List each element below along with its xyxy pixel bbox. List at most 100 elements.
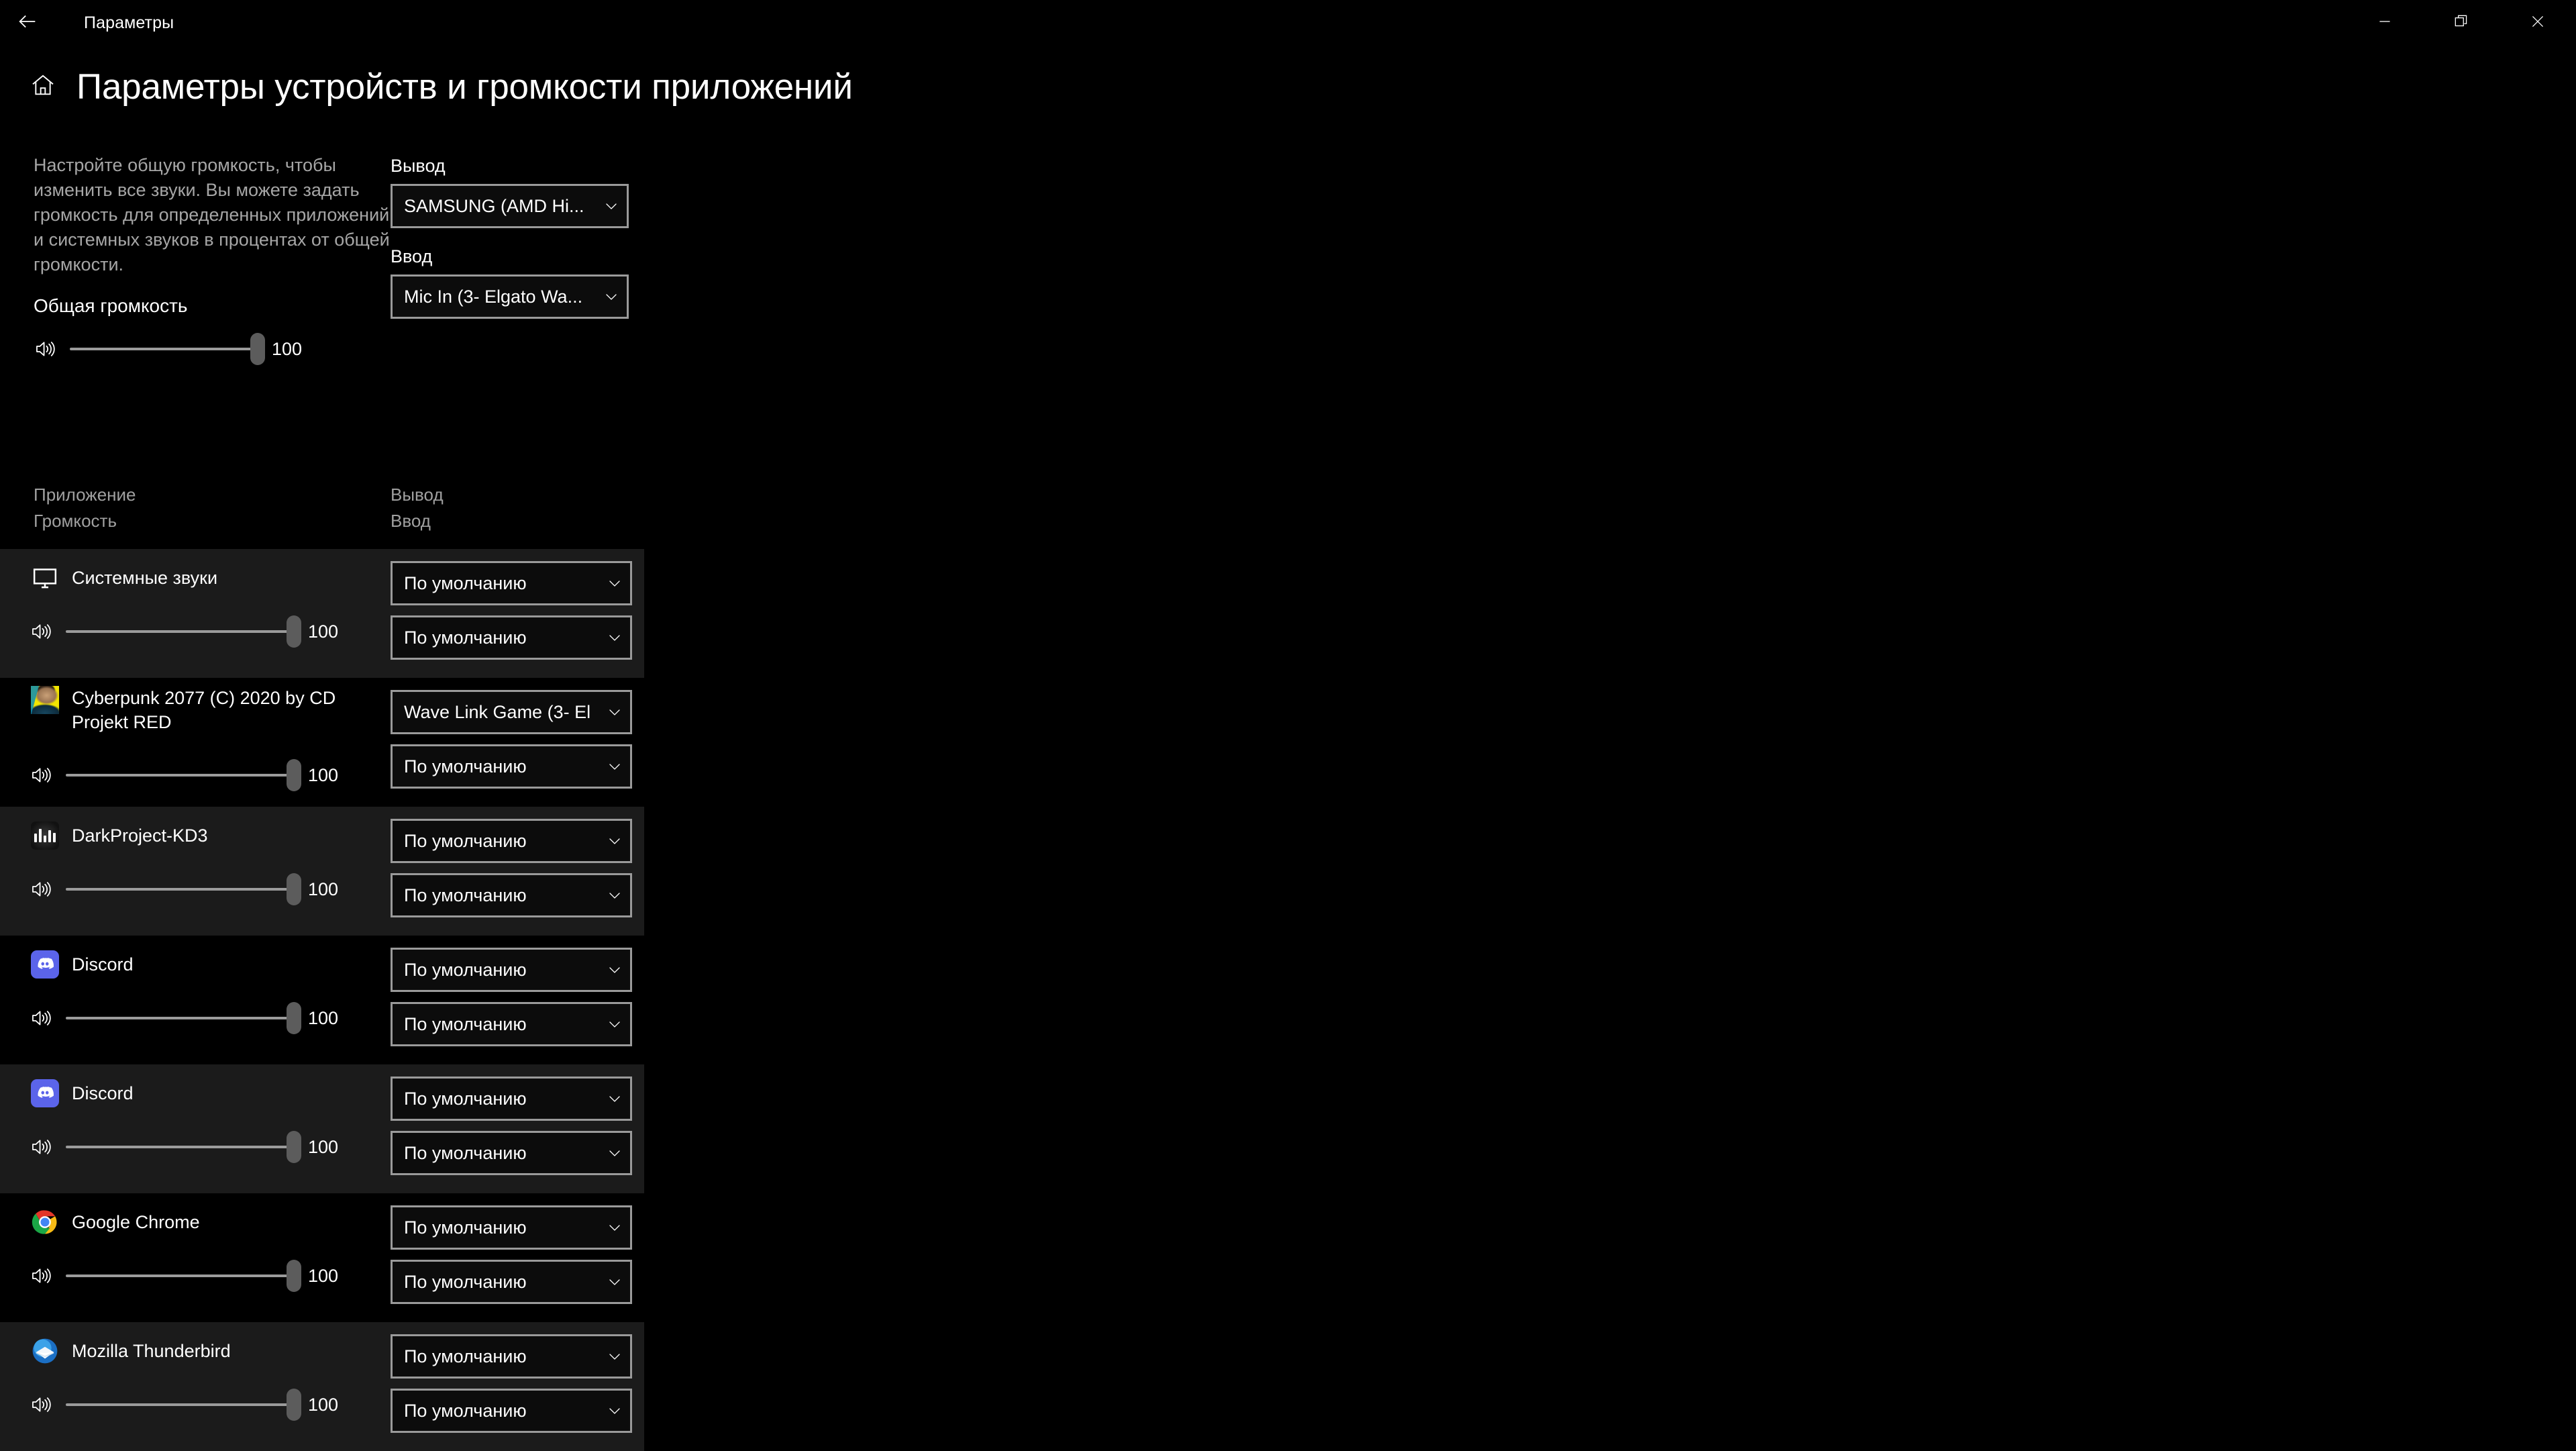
app-volume-slider[interactable]	[66, 1260, 301, 1292]
app-input-value: По умолчанию	[404, 756, 527, 777]
output-device-select[interactable]: SAMSUNG (AMD Hi...	[391, 184, 629, 228]
app-volume-slider[interactable]	[66, 1131, 301, 1163]
speaker-volume-icon[interactable]	[27, 761, 55, 789]
chevron-down-icon	[599, 887, 630, 903]
close-button[interactable]	[2500, 0, 2576, 46]
app-output-select[interactable]: По умолчанию	[391, 948, 632, 992]
google-chrome-icon	[31, 1208, 59, 1236]
app-output-select[interactable]: По умолчанию	[391, 1205, 632, 1250]
speaker-volume-icon[interactable]	[27, 1262, 55, 1290]
app-output-select[interactable]: По умолчанию	[391, 1334, 632, 1379]
app-input-select[interactable]: По умолчанию	[391, 1260, 632, 1304]
slider-thumb[interactable]	[287, 615, 301, 648]
app-input-value: По умолчанию	[404, 1400, 527, 1421]
slider-track	[66, 1017, 294, 1019]
minimize-icon	[2376, 13, 2393, 34]
app-input-value: По умолчанию	[404, 1142, 527, 1163]
app-name: Discord	[72, 1083, 134, 1103]
speaker-volume-icon[interactable]	[27, 875, 55, 903]
app-name: DarkProject-KD3	[72, 825, 208, 846]
chevron-down-icon	[599, 575, 630, 591]
slider-track	[70, 348, 258, 350]
column-header-app: Приложение	[34, 485, 136, 505]
chevron-down-icon	[596, 289, 627, 305]
app-volume-slider[interactable]	[66, 615, 301, 648]
app-device-selects: По умолчанию По умолчанию	[391, 1205, 632, 1314]
slider-thumb[interactable]	[250, 333, 265, 365]
cyberpunk-2077-icon	[31, 686, 59, 714]
app-volume-row: Discord 100 По умолчанию По умолчанию	[0, 936, 644, 1064]
app-output-value: По умолчанию	[404, 572, 527, 593]
slider-thumb[interactable]	[287, 1260, 301, 1292]
maximize-icon	[2453, 13, 2470, 34]
app-input-select[interactable]: По умолчанию	[391, 1002, 632, 1046]
app-volume-slider[interactable]	[66, 1002, 301, 1034]
slider-thumb[interactable]	[287, 1002, 301, 1034]
app-input-value: По умолчанию	[404, 627, 527, 648]
app-input-select[interactable]: По умолчанию	[391, 1389, 632, 1433]
app-volume-value: 100	[308, 1136, 339, 1157]
minimize-button[interactable]	[2347, 0, 2423, 46]
slider-track	[66, 1274, 294, 1277]
monitor-icon	[31, 564, 59, 592]
master-volume-control: 100	[31, 330, 312, 368]
app-input-select[interactable]: По умолчанию	[391, 873, 632, 917]
app-output-select[interactable]: По умолчанию	[391, 819, 632, 863]
chevron-down-icon	[596, 198, 627, 214]
chevron-down-icon	[599, 1274, 630, 1290]
chevron-down-icon	[599, 1091, 630, 1107]
output-device-value: SAMSUNG (AMD Hi...	[404, 195, 584, 216]
slider-thumb[interactable]	[287, 1389, 301, 1421]
app-volume-slider[interactable]	[66, 1389, 301, 1421]
app-volume-control: 100	[27, 871, 348, 907]
app-output-select[interactable]: По умолчанию	[391, 561, 632, 605]
slider-thumb[interactable]	[287, 873, 301, 905]
app-input-select[interactable]: По умолчанию	[391, 1131, 632, 1175]
output-device-label: Вывод	[391, 156, 446, 176]
app-volume-slider[interactable]	[66, 759, 301, 791]
app-volume-value: 100	[308, 764, 339, 785]
maximize-button[interactable]	[2423, 0, 2500, 46]
app-output-value: По умолчанию	[404, 1088, 527, 1109]
app-device-selects: По умолчанию По умолчанию	[391, 1334, 632, 1443]
output-device-block: Вывод SAMSUNG (AMD Hi...	[391, 156, 629, 228]
speaker-volume-icon[interactable]	[27, 1391, 55, 1419]
app-input-select[interactable]: По умолчанию	[391, 615, 632, 660]
app-identity: Системные звуки	[31, 564, 217, 592]
slider-track	[66, 630, 294, 633]
app-device-selects: По умолчанию По умолчанию	[391, 948, 632, 1056]
app-volume-row: DarkProject-KD3 100 По умолчанию По умол…	[0, 807, 644, 936]
master-volume-slider[interactable]	[70, 333, 265, 365]
slider-thumb[interactable]	[287, 759, 301, 791]
speaker-volume-icon[interactable]	[27, 1133, 55, 1161]
input-device-label: Ввод	[391, 246, 433, 266]
app-output-select[interactable]: По умолчанию	[391, 1077, 632, 1121]
app-volume-slider[interactable]	[66, 873, 301, 905]
app-name: Cyberpunk 2077 (C) 2020 by CD Projekt RE…	[72, 688, 336, 732]
app-volume-control: 100	[27, 1000, 348, 1036]
input-device-select[interactable]: Mic In (3- Elgato Wa...	[391, 274, 629, 319]
app-output-select[interactable]: Wave Link Game (3- El	[391, 690, 632, 734]
speaker-volume-icon[interactable]	[27, 1004, 55, 1032]
speaker-volume-icon[interactable]	[27, 617, 55, 646]
app-input-select[interactable]: По умолчанию	[391, 744, 632, 789]
chevron-down-icon	[599, 630, 630, 646]
chevron-down-icon	[599, 758, 630, 774]
slider-track	[66, 774, 294, 777]
slider-track	[66, 888, 294, 891]
speaker-volume-icon[interactable]	[31, 335, 59, 363]
app-name: Mozilla Thunderbird	[72, 1341, 231, 1361]
page-description: Настройте общую громкость, чтобы изменит…	[34, 155, 390, 274]
home-icon	[30, 72, 56, 102]
app-identity: Cyberpunk 2077 (C) 2020 by CD Projekt RE…	[31, 686, 346, 734]
window-title: Параметры	[84, 13, 174, 32]
chevron-down-icon	[599, 1016, 630, 1032]
app-volume-value: 100	[308, 879, 339, 899]
input-device-value: Mic In (3- Elgato Wa...	[404, 286, 583, 307]
back-arrow-icon	[16, 10, 39, 36]
column-header-volume: Громкость	[34, 511, 117, 531]
back-button[interactable]	[0, 0, 55, 46]
home-button[interactable]	[21, 72, 65, 102]
slider-thumb[interactable]	[287, 1131, 301, 1163]
column-header-output: Вывод	[391, 485, 444, 505]
